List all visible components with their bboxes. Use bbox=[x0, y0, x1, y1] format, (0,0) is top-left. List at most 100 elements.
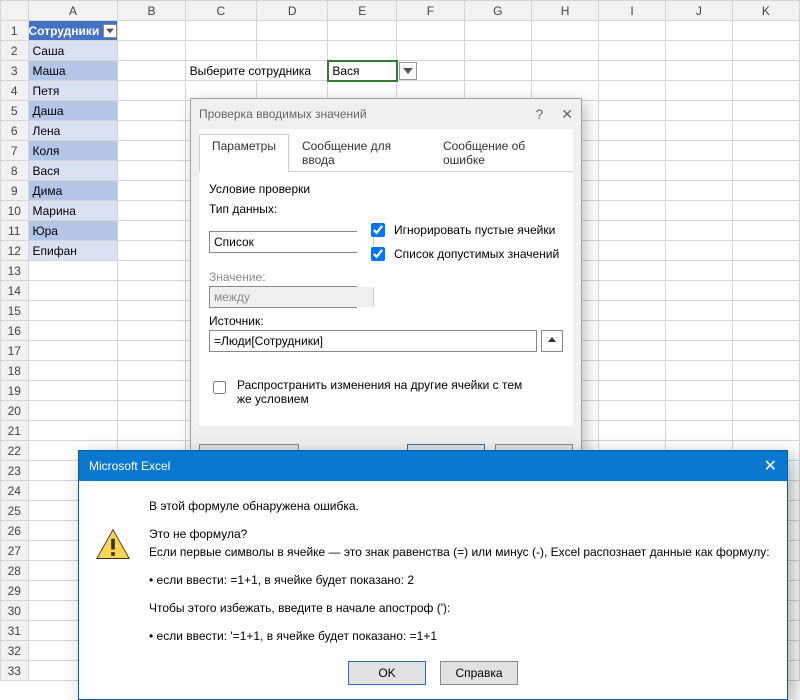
cell-J7[interactable] bbox=[665, 141, 732, 161]
col-header-F[interactable]: F bbox=[397, 1, 464, 21]
cell-J3[interactable] bbox=[665, 61, 732, 81]
error-help-button[interactable]: Справка bbox=[440, 661, 518, 685]
cell-A19[interactable] bbox=[28, 381, 118, 401]
row-header-18[interactable]: 18 bbox=[1, 361, 29, 381]
cell-H1[interactable] bbox=[531, 21, 598, 41]
cell-J16[interactable] bbox=[665, 321, 732, 341]
cell-I17[interactable] bbox=[599, 341, 666, 361]
cell-A15[interactable] bbox=[28, 301, 118, 321]
col-header-J[interactable]: J bbox=[665, 1, 732, 21]
cell-D1[interactable] bbox=[256, 21, 327, 41]
cell-B20[interactable] bbox=[118, 401, 185, 421]
col-header-I[interactable]: I bbox=[599, 1, 666, 21]
cell-A20[interactable] bbox=[28, 401, 118, 421]
row-header-29[interactable]: 29 bbox=[1, 581, 29, 601]
cell-B10[interactable] bbox=[118, 201, 185, 221]
row-header-3[interactable]: 3 bbox=[1, 61, 29, 81]
cell-J4[interactable] bbox=[665, 81, 732, 101]
cell-K9[interactable] bbox=[732, 181, 799, 201]
cell-J17[interactable] bbox=[665, 341, 732, 361]
cell-A4[interactable]: Петя bbox=[28, 81, 118, 101]
row-header-16[interactable]: 16 bbox=[1, 321, 29, 341]
cell-D2[interactable] bbox=[256, 41, 327, 61]
cell-J6[interactable] bbox=[665, 121, 732, 141]
cell-I3[interactable] bbox=[599, 61, 666, 81]
cell-E3[interactable]: Вася bbox=[328, 61, 397, 81]
cell-K7[interactable] bbox=[732, 141, 799, 161]
cell-K16[interactable] bbox=[732, 321, 799, 341]
error-ok-button[interactable]: OK bbox=[348, 661, 426, 685]
cell-I16[interactable] bbox=[599, 321, 666, 341]
filter-dropdown-icon[interactable] bbox=[103, 24, 117, 38]
error-titlebar[interactable]: Microsoft Excel ✕ bbox=[79, 451, 787, 481]
cell-J13[interactable] bbox=[665, 261, 732, 281]
tab-parameters[interactable]: Параметры bbox=[199, 134, 289, 172]
row-header-20[interactable]: 20 bbox=[1, 401, 29, 421]
cell-H2[interactable] bbox=[531, 41, 598, 61]
cell-I15[interactable] bbox=[599, 301, 666, 321]
cell-K11[interactable] bbox=[732, 221, 799, 241]
cell-A13[interactable] bbox=[28, 261, 118, 281]
col-header-G[interactable]: G bbox=[464, 1, 531, 21]
row-header-32[interactable]: 32 bbox=[1, 641, 29, 661]
row-header-17[interactable]: 17 bbox=[1, 341, 29, 361]
cell-G3[interactable] bbox=[464, 61, 531, 81]
cell-I11[interactable] bbox=[599, 221, 666, 241]
cell-C3[interactable]: Выберите сотрудника bbox=[185, 61, 328, 81]
ignore-blank-input[interactable] bbox=[371, 223, 385, 237]
cell-B6[interactable] bbox=[118, 121, 185, 141]
cell-B17[interactable] bbox=[118, 341, 185, 361]
cell-I18[interactable] bbox=[599, 361, 666, 381]
cell-K19[interactable] bbox=[732, 381, 799, 401]
cell-I8[interactable] bbox=[599, 161, 666, 181]
row-header-8[interactable]: 8 bbox=[1, 161, 29, 181]
cell-I12[interactable] bbox=[599, 241, 666, 261]
cell-J9[interactable] bbox=[665, 181, 732, 201]
row-header-19[interactable]: 19 bbox=[1, 381, 29, 401]
cell-K2[interactable] bbox=[732, 41, 799, 61]
dialog-titlebar[interactable]: Проверка вводимых значений ? ✕ bbox=[191, 99, 581, 129]
cell-I13[interactable] bbox=[599, 261, 666, 281]
range-picker-icon[interactable] bbox=[541, 330, 563, 352]
row-header-12[interactable]: 12 bbox=[1, 241, 29, 261]
cell-J12[interactable] bbox=[665, 241, 732, 261]
row-header-2[interactable]: 2 bbox=[1, 41, 29, 61]
cell-K5[interactable] bbox=[732, 101, 799, 121]
cell-B1[interactable] bbox=[118, 21, 185, 41]
cell-B19[interactable] bbox=[118, 381, 185, 401]
row-header-30[interactable]: 30 bbox=[1, 601, 29, 621]
cell-A14[interactable] bbox=[28, 281, 118, 301]
cell-B18[interactable] bbox=[118, 361, 185, 381]
cell-E1[interactable] bbox=[328, 21, 397, 41]
cell-K1[interactable] bbox=[732, 21, 799, 41]
cell-F1[interactable] bbox=[397, 21, 464, 41]
cell-I4[interactable] bbox=[599, 81, 666, 101]
row-header-24[interactable]: 24 bbox=[1, 481, 29, 501]
row-header-1[interactable]: 1 bbox=[1, 21, 29, 41]
cell-K6[interactable] bbox=[732, 121, 799, 141]
col-header-C[interactable]: C bbox=[185, 1, 256, 21]
incell-dropdown-checkbox[interactable]: Список допустимых значений bbox=[367, 244, 559, 264]
row-header-22[interactable]: 22 bbox=[1, 441, 29, 461]
cell-J19[interactable] bbox=[665, 381, 732, 401]
help-icon[interactable]: ? bbox=[535, 106, 543, 122]
col-header-D[interactable]: D bbox=[256, 1, 327, 21]
cell-A3[interactable]: Маша bbox=[28, 61, 118, 81]
cell-I5[interactable] bbox=[599, 101, 666, 121]
incell-dropdown-input[interactable] bbox=[371, 247, 385, 261]
cell-J18[interactable] bbox=[665, 361, 732, 381]
cell-A8[interactable]: Вася bbox=[28, 161, 118, 181]
cell-C1[interactable] bbox=[185, 21, 256, 41]
cell-A9[interactable]: Дима bbox=[28, 181, 118, 201]
cell-K8[interactable] bbox=[732, 161, 799, 181]
cell-K10[interactable] bbox=[732, 201, 799, 221]
cell-J8[interactable] bbox=[665, 161, 732, 181]
row-header-11[interactable]: 11 bbox=[1, 221, 29, 241]
cell-I1[interactable] bbox=[599, 21, 666, 41]
tab-error-alert[interactable]: Сообщение об ошибке bbox=[430, 134, 573, 172]
cell-K4[interactable] bbox=[732, 81, 799, 101]
source-input[interactable] bbox=[209, 330, 537, 352]
cell-K13[interactable] bbox=[732, 261, 799, 281]
row-header-21[interactable]: 21 bbox=[1, 421, 29, 441]
row-header-13[interactable]: 13 bbox=[1, 261, 29, 281]
